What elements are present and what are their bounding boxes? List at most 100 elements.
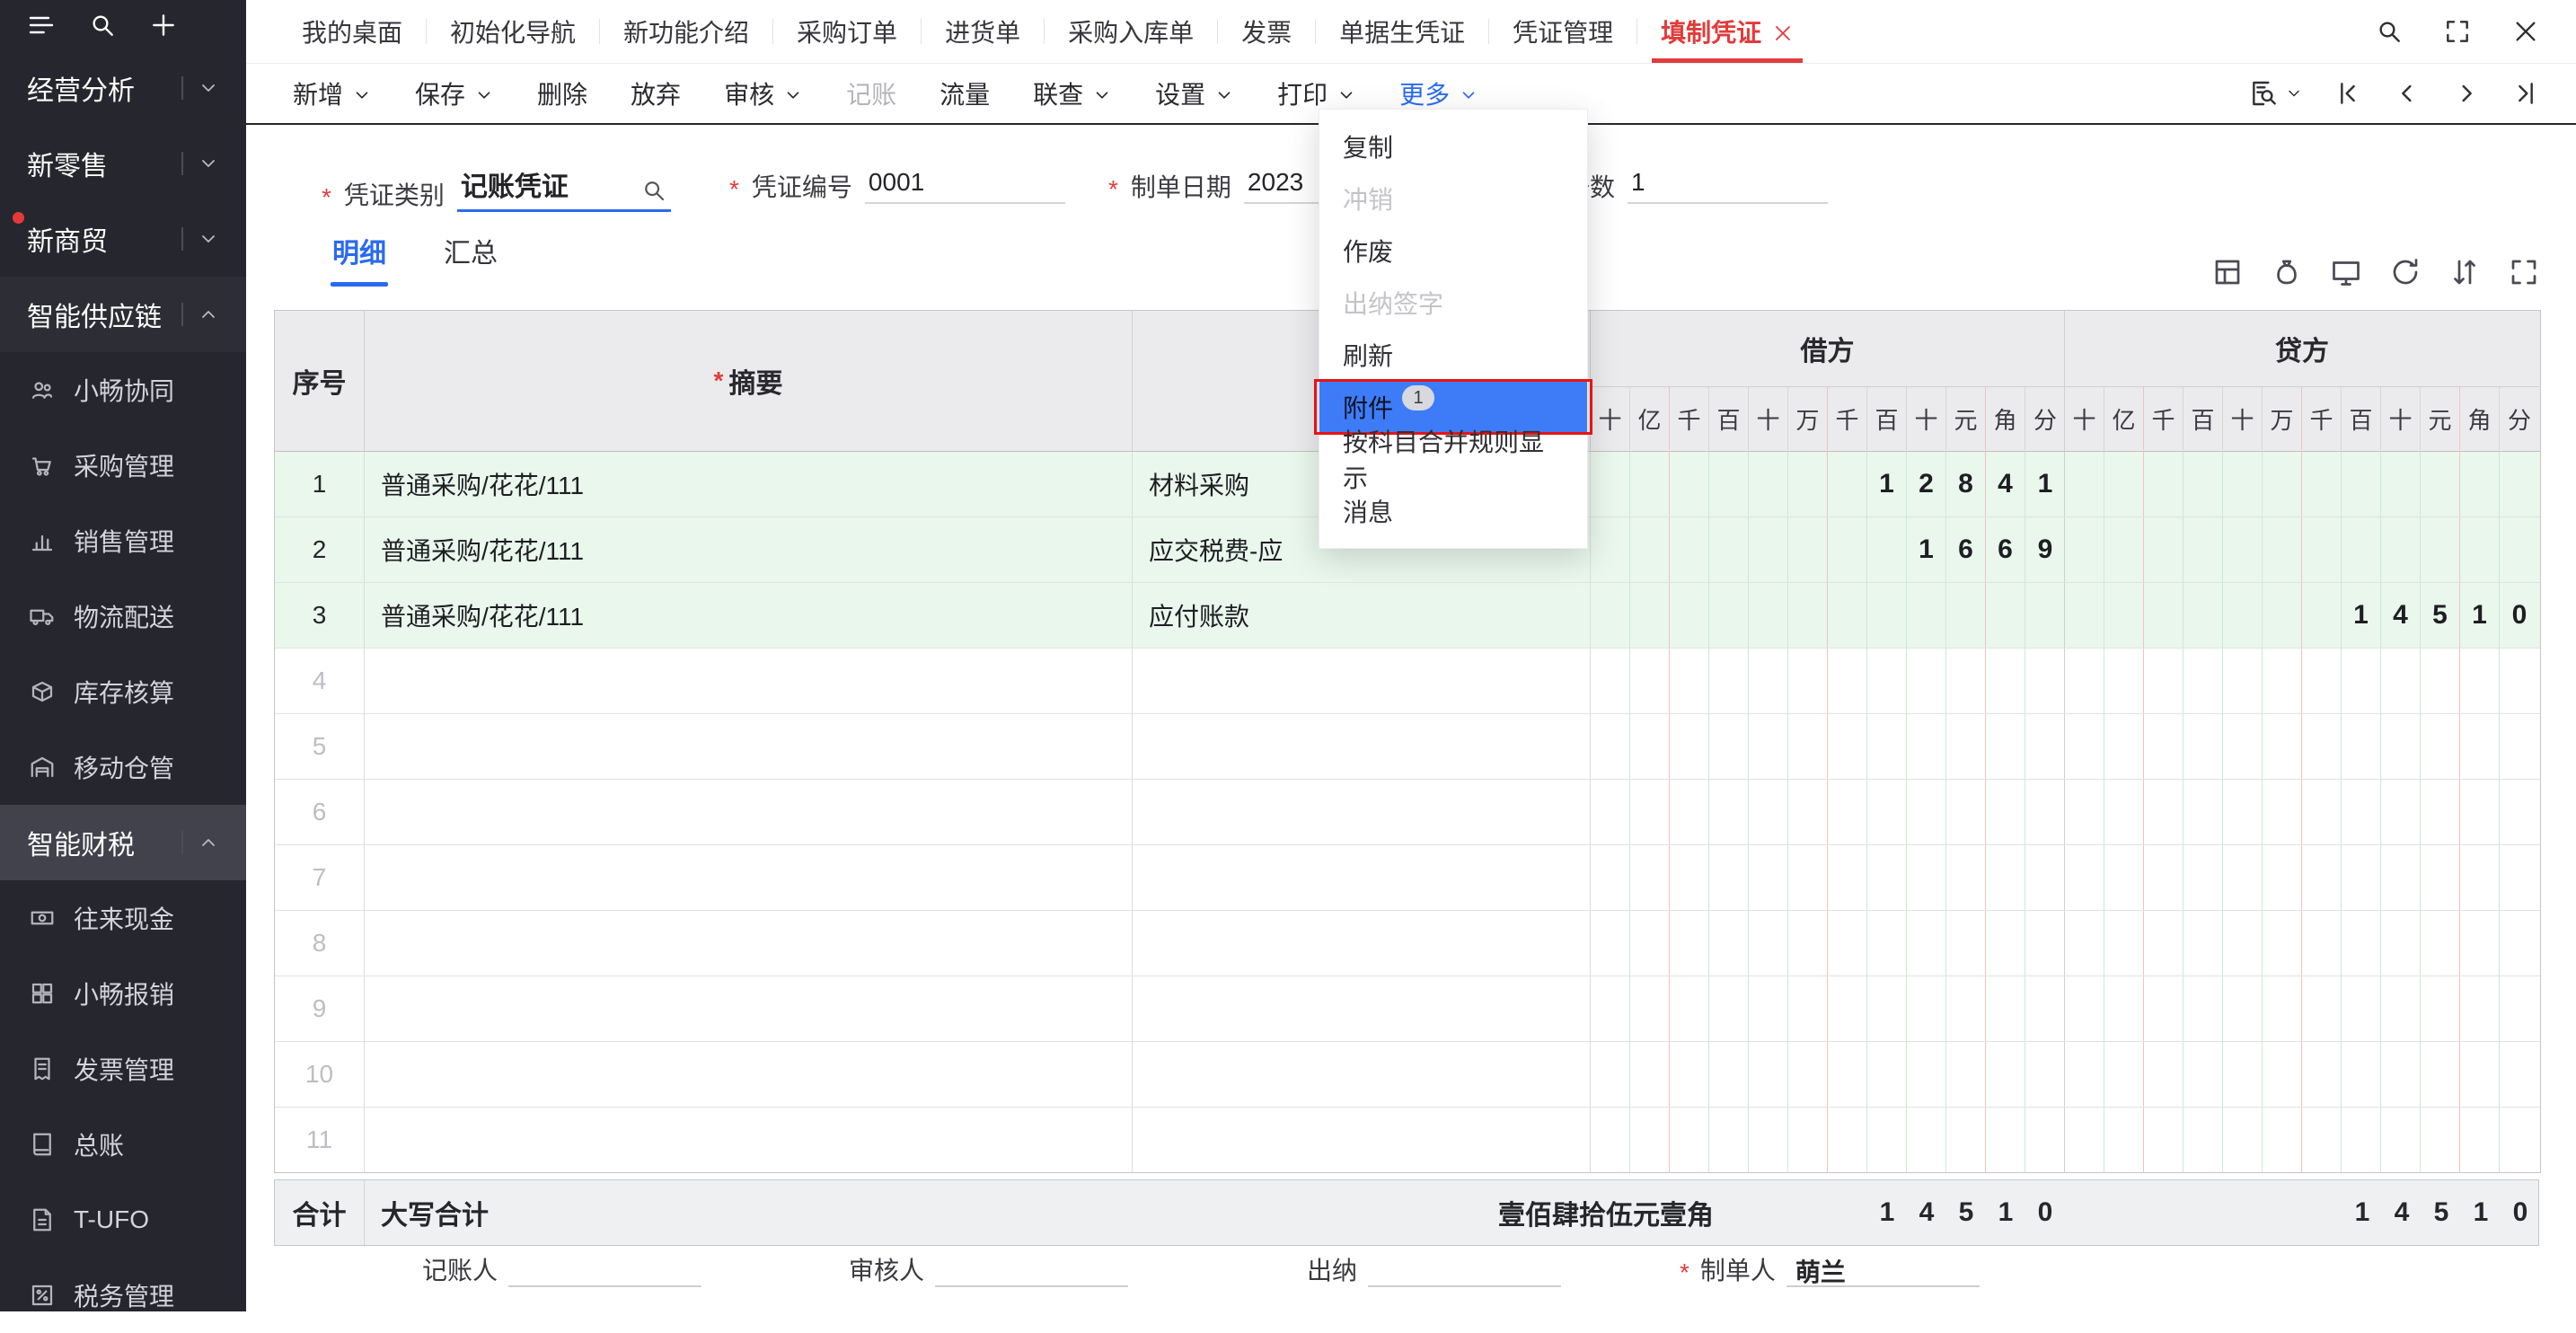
tab-7[interactable]: 发票 bbox=[1218, 0, 1315, 63]
sidebar-item-5-1[interactable]: 往来现金 bbox=[0, 880, 246, 956]
nav-first-button[interactable] bbox=[2333, 79, 2362, 108]
digit-cell[interactable]: 5 bbox=[2421, 583, 2460, 648]
toolbar-button-3[interactable]: 删除 bbox=[516, 75, 609, 111]
digit-cell[interactable] bbox=[2183, 517, 2223, 582]
digit-cell[interactable] bbox=[1946, 976, 1986, 1041]
toolbar-button-1[interactable]: 新增 bbox=[271, 75, 393, 111]
digit-cell[interactable] bbox=[1591, 780, 1630, 844]
sidebar-item-4-3[interactable]: 销售管理 bbox=[0, 503, 246, 578]
digit-cell[interactable] bbox=[2104, 517, 2144, 582]
digit-cell[interactable] bbox=[2144, 517, 2183, 582]
more-menu-item-1[interactable]: 复制 bbox=[1319, 120, 1587, 172]
digit-cell[interactable] bbox=[1670, 452, 1709, 516]
digit-cell[interactable] bbox=[1709, 583, 1749, 648]
digit-cell[interactable] bbox=[1867, 780, 1907, 844]
digit-cell[interactable] bbox=[1946, 845, 1986, 910]
digit-cell[interactable] bbox=[1946, 1108, 1986, 1172]
digit-cell[interactable] bbox=[2104, 714, 2144, 779]
digit-cell[interactable] bbox=[2302, 911, 2342, 975]
digit-cell[interactable] bbox=[2500, 845, 2539, 910]
digit-cell[interactable] bbox=[1907, 714, 1946, 779]
digit-cell[interactable] bbox=[2025, 649, 2065, 713]
digit-cell[interactable] bbox=[1591, 845, 1630, 910]
digit-cell[interactable] bbox=[1670, 780, 1709, 844]
digit-cell[interactable] bbox=[1749, 1042, 1788, 1107]
digit-cell[interactable] bbox=[2065, 649, 2104, 713]
digit-cell[interactable] bbox=[2421, 714, 2460, 779]
digit-cell[interactable] bbox=[1828, 976, 1867, 1041]
digit-cell[interactable] bbox=[2342, 911, 2381, 975]
voucher-row-4[interactable]: 4 bbox=[275, 649, 2540, 714]
digit-cell[interactable] bbox=[2381, 452, 2421, 516]
row-summary[interactable] bbox=[365, 1108, 1133, 1172]
digit-cell[interactable] bbox=[1788, 911, 1828, 975]
digit-cell[interactable] bbox=[2500, 1042, 2539, 1107]
digit-cell[interactable]: 6 bbox=[1946, 517, 1986, 582]
nav-prev-button[interactable] bbox=[2393, 79, 2422, 108]
digit-cell[interactable] bbox=[1591, 714, 1630, 779]
insert-row-button[interactable] bbox=[2211, 256, 2244, 288]
search-button[interactable] bbox=[2375, 17, 2404, 46]
digit-cell[interactable] bbox=[1867, 714, 1907, 779]
digit-cell[interactable] bbox=[1986, 780, 2025, 844]
digit-cell[interactable] bbox=[2381, 845, 2421, 910]
digit-cell[interactable] bbox=[1946, 1042, 1986, 1107]
digit-cell[interactable] bbox=[2381, 976, 2421, 1041]
digit-cell[interactable] bbox=[2065, 517, 2104, 582]
digit-cell[interactable] bbox=[1749, 911, 1788, 975]
digit-cell[interactable] bbox=[2025, 583, 2065, 648]
digit-cell[interactable] bbox=[2144, 714, 2183, 779]
digit-cell[interactable] bbox=[2104, 845, 2144, 910]
row-seq[interactable]: 4 bbox=[275, 649, 365, 713]
digit-cell[interactable] bbox=[2342, 1042, 2381, 1107]
display-button[interactable] bbox=[2330, 256, 2362, 288]
digit-cell[interactable]: 1 bbox=[2025, 452, 2065, 516]
digit-cell[interactable] bbox=[2421, 911, 2460, 975]
toolbar-button-4[interactable]: 放弃 bbox=[609, 75, 702, 111]
digit-cell[interactable] bbox=[2144, 845, 2183, 910]
digit-cell[interactable] bbox=[1670, 976, 1709, 1041]
digit-cell[interactable] bbox=[1828, 1042, 1867, 1107]
digit-cell[interactable] bbox=[1591, 1108, 1630, 1172]
digit-cell[interactable] bbox=[2065, 780, 2104, 844]
tab-6[interactable]: 采购入库单 bbox=[1045, 0, 1217, 63]
toolbar-button-11[interactable]: 更多 bbox=[1378, 75, 1500, 111]
digit-cell[interactable] bbox=[2302, 649, 2342, 713]
digit-cell[interactable] bbox=[1867, 1108, 1907, 1172]
digit-cell[interactable] bbox=[2263, 583, 2302, 648]
digit-cell[interactable] bbox=[1709, 714, 1749, 779]
voucher-row-9[interactable]: 9 bbox=[275, 976, 2540, 1042]
digit-cell[interactable] bbox=[2500, 1108, 2539, 1172]
digit-cell[interactable] bbox=[2302, 845, 2342, 910]
sidebar-item-5-5[interactable]: T-UFO bbox=[0, 1182, 246, 1258]
tab-close-button[interactable] bbox=[1761, 17, 1794, 46]
digit-cell[interactable] bbox=[2302, 1108, 2342, 1172]
digit-cell[interactable] bbox=[1986, 1042, 2025, 1107]
plus-button[interactable] bbox=[149, 11, 178, 40]
digit-cell[interactable] bbox=[2065, 845, 2104, 910]
digit-cell[interactable] bbox=[2500, 780, 2539, 844]
digit-cell[interactable] bbox=[2500, 517, 2539, 582]
row-account[interactable] bbox=[1133, 1108, 1591, 1172]
sidebar-item-4-2[interactable]: 采购管理 bbox=[0, 428, 246, 503]
digit-cell[interactable]: 9 bbox=[2025, 517, 2065, 582]
tab-8[interactable]: 单据生凭证 bbox=[1316, 0, 1488, 63]
digit-cell[interactable] bbox=[2223, 845, 2263, 910]
digit-cell[interactable] bbox=[1788, 976, 1828, 1041]
digit-cell[interactable] bbox=[2421, 452, 2460, 516]
digit-cell[interactable]: 8 bbox=[1946, 452, 1986, 516]
digit-cell[interactable] bbox=[2065, 976, 2104, 1041]
sync-button[interactable] bbox=[2389, 256, 2422, 288]
digit-cell[interactable] bbox=[2500, 976, 2539, 1041]
digit-cell[interactable] bbox=[2342, 1108, 2381, 1172]
digit-cell[interactable] bbox=[2025, 1108, 2065, 1172]
digit-cell[interactable] bbox=[2460, 1108, 2500, 1172]
row-account[interactable] bbox=[1133, 780, 1591, 844]
digit-cell[interactable] bbox=[1867, 583, 1907, 648]
digit-cell[interactable] bbox=[2025, 911, 2065, 975]
digit-cell[interactable] bbox=[2183, 452, 2223, 516]
toolbar-button-9[interactable]: 设置 bbox=[1134, 75, 1256, 111]
digit-cell[interactable] bbox=[2104, 976, 2144, 1041]
digit-cell[interactable] bbox=[1828, 780, 1867, 844]
row-account[interactable] bbox=[1133, 911, 1591, 975]
